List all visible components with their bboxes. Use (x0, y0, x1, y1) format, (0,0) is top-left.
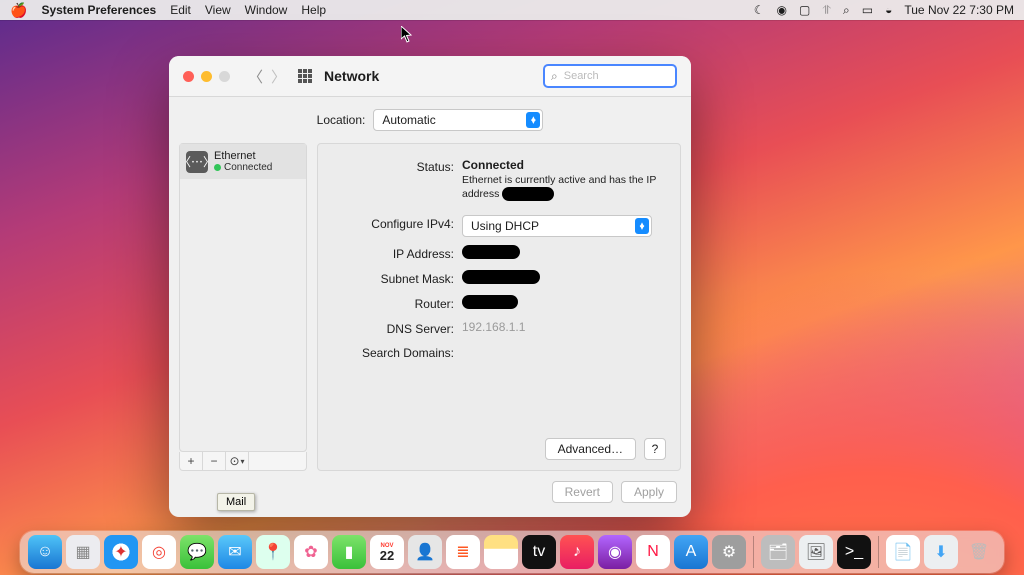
menu-window[interactable]: Window (245, 3, 288, 17)
dock-downloads[interactable]: ⬇ (924, 535, 958, 569)
dock-photos[interactable]: ✿ (294, 535, 328, 569)
menubar: 🍎 System Preferences Edit View Window He… (0, 0, 1024, 20)
spotlight-icon[interactable]: ⌕ (843, 3, 850, 18)
add-service-button[interactable]: + (180, 452, 203, 470)
apply-button[interactable]: Apply (621, 481, 677, 503)
dock-sysprefs[interactable]: ⚙ (712, 535, 746, 569)
status-dot-icon (214, 164, 221, 171)
desktop: 🍎 System Preferences Edit View Window He… (0, 0, 1024, 575)
configure-value: Using DHCP (471, 219, 539, 233)
dock-terminal[interactable]: >_ (837, 535, 871, 569)
router-label: Router: (332, 295, 462, 311)
dock-separator (753, 536, 754, 568)
status-label: Status: (332, 158, 462, 174)
menubar-app[interactable]: System Preferences (41, 3, 156, 17)
location-value: Automatic (382, 113, 435, 127)
mouse-cursor (401, 26, 413, 44)
mask-label: Subnet Mask: (332, 270, 462, 286)
dock-desktop-stack[interactable]: 🗂 (761, 535, 795, 569)
dock-facetime[interactable]: ▮ (332, 535, 366, 569)
search-field[interactable]: ⌕ (543, 64, 677, 88)
service-ethernet[interactable]: 〈⋯〉 Ethernet Connected (180, 144, 306, 179)
dnd-icon[interactable]: ☾ (754, 3, 765, 17)
back-button[interactable]: 〈 (248, 66, 263, 87)
service-list[interactable]: 〈⋯〉 Ethernet Connected (179, 143, 307, 452)
chevron-updown-icon (635, 218, 649, 234)
close-button[interactable] (183, 71, 194, 82)
status-value: Connected (462, 158, 524, 172)
menubar-clock[interactable]: Tue Nov 22 7:30 PM (904, 3, 1014, 17)
dock-finder[interactable]: ☺ (28, 535, 62, 569)
dock-maps[interactable]: 📍 (256, 535, 290, 569)
window-title: Network (324, 68, 379, 84)
configure-ipv4-popup[interactable]: Using DHCP (462, 215, 652, 237)
location-popup[interactable]: Automatic (373, 109, 543, 131)
dock-trash[interactable]: 🗑 (962, 535, 996, 569)
dock-reminders[interactable]: ≣ (446, 535, 480, 569)
dock-music[interactable]: ♪ (560, 535, 594, 569)
traffic-lights (183, 71, 230, 82)
service-name: Ethernet (214, 150, 272, 162)
redacted-subnet-mask (462, 270, 540, 284)
dock-appstore[interactable]: A (674, 535, 708, 569)
remove-service-button[interactable]: − (203, 452, 226, 470)
redacted-ip (502, 187, 554, 201)
control-center-icon[interactable]: ▢ (799, 3, 810, 17)
wifi-icon[interactable]: ⥣ (822, 3, 831, 18)
redacted-router (462, 295, 518, 309)
chevron-updown-icon (526, 112, 540, 128)
searchdomains-label: Search Domains: (332, 344, 462, 360)
status-sub-a: Ethernet is currently active and has the… (462, 174, 656, 186)
dock-podcasts[interactable]: ◉ (598, 535, 632, 569)
dock-tooltip: Mail (217, 493, 255, 511)
status-sub-b: address (462, 187, 499, 199)
dock-chrome[interactable]: ◎ (142, 535, 176, 569)
preferences-window: 〈 〉 Network ⌕ Location: Automatic (169, 56, 691, 517)
search-input[interactable] (562, 69, 669, 83)
sidebar: 〈⋯〉 Ethernet Connected + − ⊙ (179, 143, 307, 471)
apple-menu[interactable]: 🍎 (10, 3, 27, 17)
dns-label: DNS Server: (332, 320, 462, 336)
siri-icon[interactable]: ◒ (885, 3, 892, 17)
dns-value: 192.168.1.1 (462, 320, 666, 334)
dock: ☺▦✦◎💬✉📍✿▮NOV22👤≣ tv♪◉NA⚙ 🗂🖼>_ 📄⬇🗑 (20, 531, 1004, 573)
menu-help[interactable]: Help (301, 3, 326, 17)
service-status: Connected (224, 162, 272, 173)
menu-edit[interactable]: Edit (170, 3, 191, 17)
ethernet-icon: 〈⋯〉 (186, 151, 208, 173)
help-button[interactable]: ? (644, 438, 666, 460)
dock-separator (878, 536, 879, 568)
user-icon[interactable]: ◉ (776, 3, 786, 17)
dock-mail[interactable]: ✉ (218, 535, 252, 569)
dock-calendar[interactable]: NOV22 (370, 535, 404, 569)
redacted-ip-address (462, 245, 520, 259)
zoom-button[interactable] (219, 71, 230, 82)
advanced-button[interactable]: Advanced… (545, 438, 636, 460)
ip-label: IP Address: (332, 245, 462, 261)
dock-contacts[interactable]: 👤 (408, 535, 442, 569)
forward-button[interactable]: 〉 (271, 66, 286, 87)
service-menu-button[interactable]: ⊙ (226, 452, 249, 470)
revert-button[interactable]: Revert (552, 481, 613, 503)
dock-safari[interactable]: ✦ (104, 535, 138, 569)
configure-label: Configure IPv4: (332, 215, 462, 231)
detail-pane: Status: Connected Ethernet is currently … (317, 143, 681, 471)
dock-tv[interactable]: tv (522, 535, 556, 569)
titlebar: 〈 〉 Network ⌕ (169, 56, 691, 97)
dock-pages[interactable]: 📄 (886, 535, 920, 569)
show-all-button[interactable] (298, 69, 312, 83)
dock-preview[interactable]: 🖼 (799, 535, 833, 569)
location-row: Location: Automatic (169, 97, 691, 143)
minimize-button[interactable] (201, 71, 212, 82)
dock-notes[interactable] (484, 535, 518, 569)
dock-messages[interactable]: 💬 (180, 535, 214, 569)
dock-launchpad[interactable]: ▦ (66, 535, 100, 569)
service-actions: + − ⊙ (179, 452, 307, 471)
search-icon: ⌕ (551, 69, 558, 84)
menu-view[interactable]: View (205, 3, 231, 17)
battery-icon[interactable]: ▭ (862, 3, 873, 17)
location-label: Location: (317, 113, 366, 127)
dock-news[interactable]: N (636, 535, 670, 569)
